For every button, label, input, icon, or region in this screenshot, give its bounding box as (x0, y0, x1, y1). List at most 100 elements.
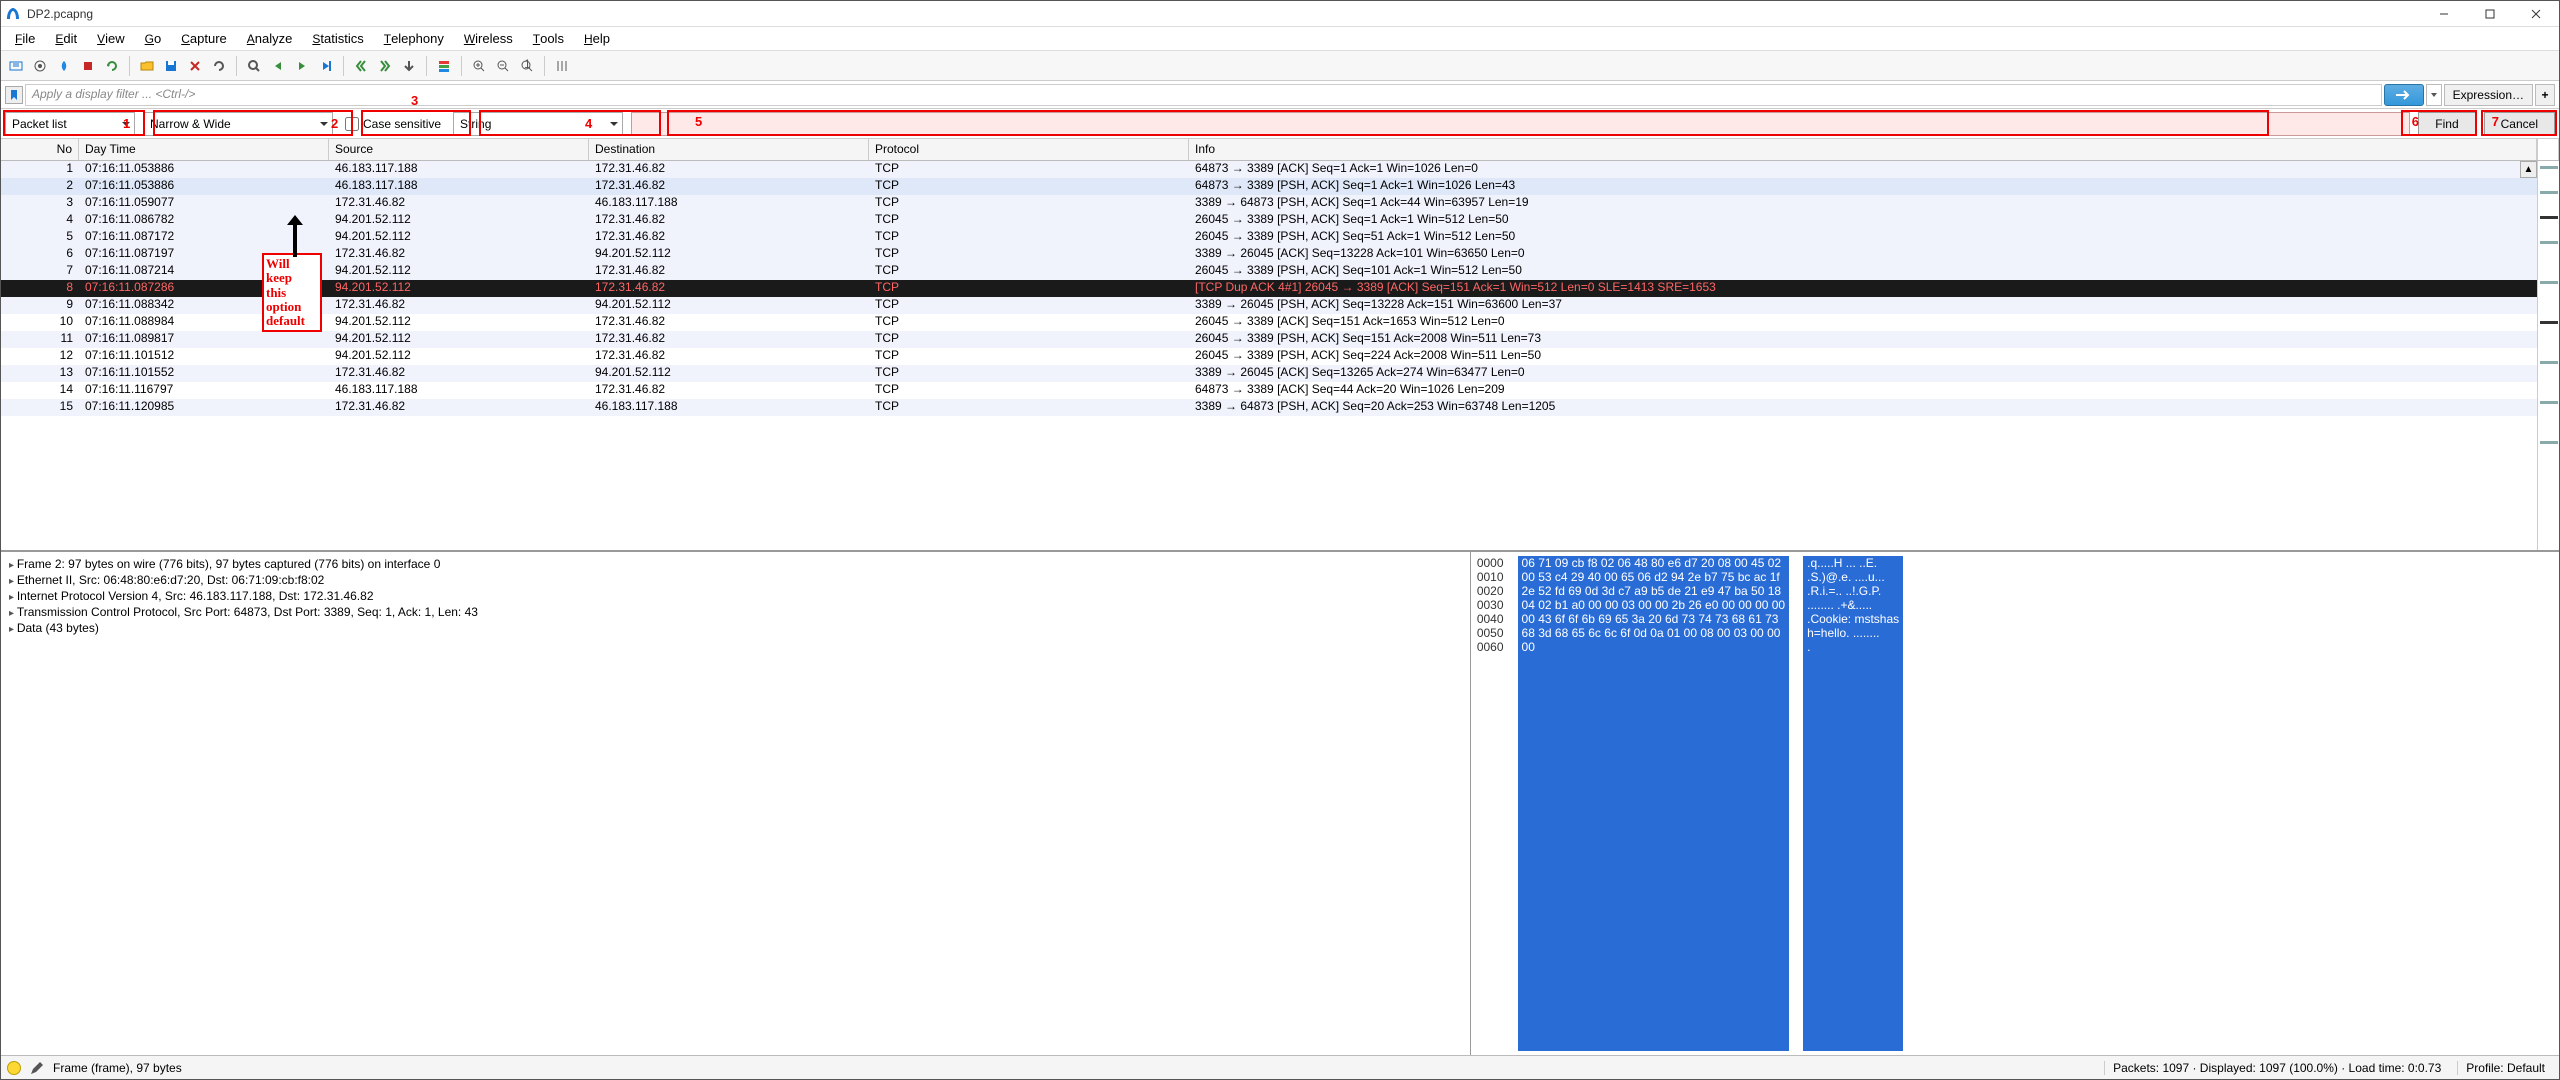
status-profile[interactable]: Profile: Default (2457, 1061, 2553, 1075)
go-back-icon[interactable] (267, 55, 289, 77)
minimize-button[interactable] (2421, 1, 2467, 26)
annotation-2: 2 (331, 116, 338, 131)
case-checkbox[interactable] (345, 117, 359, 131)
case-sensitive-checkbox[interactable]: Case sensitive (341, 112, 445, 136)
col-no[interactable]: No (1, 139, 79, 160)
window-title: DP2.pcapng (27, 7, 2421, 21)
tree-item[interactable]: Ethernet II, Src: 06:48:80:e6:d7:20, Dst… (9, 572, 1462, 588)
table-row[interactable]: 1007:16:11.08898494.201.52.112172.31.46.… (1, 314, 2537, 331)
status-bar: Frame (frame), 97 bytes Packets: 1097 · … (1, 1055, 2559, 1079)
packet-details-tree[interactable]: Frame 2: 97 bytes on wire (776 bits), 97… (1, 552, 1471, 1055)
table-row[interactable]: 207:16:11.05388646.183.117.188172.31.46.… (1, 178, 2537, 195)
annotation-5: 5 (695, 114, 702, 129)
restart-capture-icon[interactable] (101, 55, 123, 77)
table-row[interactable]: 1407:16:11.11679746.183.117.188172.31.46… (1, 382, 2537, 399)
col-proto[interactable]: Protocol (869, 139, 1189, 160)
close-file-icon[interactable] (184, 55, 206, 77)
col-src[interactable]: Source (329, 139, 589, 160)
find-button[interactable]: Find (2418, 112, 2475, 136)
edit-icon[interactable] (29, 1060, 45, 1076)
menu-go[interactable]: Go (135, 27, 172, 50)
maximize-button[interactable] (2467, 1, 2513, 26)
table-row[interactable]: 707:16:11.08721494.201.52.112172.31.46.8… (1, 263, 2537, 280)
filter-bar: Apply a display filter ... <Ctrl-/> Expr… (1, 81, 2559, 109)
expression-button[interactable]: Expression… (2444, 84, 2533, 106)
annotation-6: 6 (2412, 114, 2419, 129)
annotation-callout: Willkeepthisoptiondefault (262, 253, 322, 332)
menu-wireless[interactable]: Wireless (454, 27, 523, 50)
expert-info-led[interactable] (7, 1061, 21, 1075)
menu-file[interactable]: File (5, 27, 45, 50)
scroll-up-icon[interactable]: ▲ (2520, 161, 2537, 178)
tree-item[interactable]: Data (43 bytes) (9, 620, 1462, 636)
col-time[interactable]: Day Time (79, 139, 329, 160)
table-row[interactable]: 307:16:11.059077172.31.46.8246.183.117.1… (1, 195, 2537, 212)
table-row[interactable]: 607:16:11.087197172.31.46.8294.201.52.11… (1, 246, 2537, 263)
find-bar: Packet list Narrow & Wide Case sensitive… (1, 109, 2559, 139)
table-row[interactable]: 1107:16:11.08981794.201.52.112172.31.46.… (1, 331, 2537, 348)
go-last-icon[interactable] (374, 55, 396, 77)
col-info[interactable]: Info (1189, 139, 2537, 160)
packet-list: No Day Time Source Destination Protocol … (1, 139, 2559, 551)
packet-list-header: No Day Time Source Destination Protocol … (1, 139, 2559, 161)
zoom-out-icon[interactable] (492, 55, 514, 77)
tree-item[interactable]: Internet Protocol Version 4, Src: 46.183… (9, 588, 1462, 604)
apply-filter-button[interactable] (2384, 84, 2424, 106)
menu-help[interactable]: Help (574, 27, 620, 50)
menu-statistics[interactable]: Statistics (302, 27, 373, 50)
packet-bytes-hex[interactable]: 0000001000200030004000500060 06 71 09 cb… (1471, 552, 2559, 1055)
tree-item[interactable]: Frame 2: 97 bytes on wire (776 bits), 97… (9, 556, 1462, 572)
search-width-combo[interactable]: Narrow & Wide (143, 112, 333, 136)
search-scope-combo[interactable]: Packet list (5, 112, 135, 136)
find-icon[interactable] (243, 55, 265, 77)
table-row[interactable]: 107:16:11.05388646.183.117.188172.31.46.… (1, 161, 2537, 178)
zoom-in-icon[interactable] (468, 55, 490, 77)
stop-capture-icon[interactable] (77, 55, 99, 77)
table-row[interactable]: 1207:16:11.10151294.201.52.112172.31.46.… (1, 348, 2537, 365)
menu-edit[interactable]: Edit (45, 27, 87, 50)
goto-packet-icon[interactable] (315, 55, 337, 77)
start-capture-icon[interactable] (53, 55, 75, 77)
search-input[interactable] (631, 112, 2410, 136)
search-type-combo[interactable]: String (453, 112, 623, 136)
close-button[interactable] (2513, 1, 2559, 26)
annotation-7: 7 (2492, 114, 2499, 129)
filter-history-dropdown[interactable] (2426, 84, 2442, 106)
packet-minimap[interactable] (2537, 161, 2559, 550)
open-file-icon[interactable] (136, 55, 158, 77)
go-forward-icon[interactable] (291, 55, 313, 77)
menu-capture[interactable]: Capture (171, 27, 237, 50)
col-dst[interactable]: Destination (589, 139, 869, 160)
table-row[interactable]: 807:16:11.08728694.201.52.112172.31.46.8… (1, 280, 2537, 297)
reload-icon[interactable] (208, 55, 230, 77)
table-row[interactable]: 907:16:11.088342172.31.46.8294.201.52.11… (1, 297, 2537, 314)
annotation-4: 4 (585, 116, 592, 131)
annotation-1: 1 (123, 116, 130, 131)
options-icon[interactable] (29, 55, 51, 77)
status-packets: Packets: 1097 · Displayed: 1097 (100.0%)… (2104, 1061, 2449, 1075)
resize-columns-icon[interactable] (551, 55, 573, 77)
table-row[interactable]: 407:16:11.08678294.201.52.112172.31.46.8… (1, 212, 2537, 229)
add-filter-button[interactable]: + (2535, 84, 2555, 106)
tree-item[interactable]: Transmission Control Protocol, Src Port:… (9, 604, 1462, 620)
interfaces-icon[interactable] (5, 55, 27, 77)
table-row[interactable]: 1307:16:11.101552172.31.46.8294.201.52.1… (1, 365, 2537, 382)
table-row[interactable]: 1507:16:11.120985172.31.46.8246.183.117.… (1, 399, 2537, 416)
colorize-icon[interactable] (433, 55, 455, 77)
app-icon (5, 6, 21, 22)
go-first-icon[interactable] (350, 55, 372, 77)
titlebar: DP2.pcapng (1, 1, 2559, 27)
menu-telephony[interactable]: Telephony (374, 27, 454, 50)
auto-scroll-icon[interactable] (398, 55, 420, 77)
menu-analyze[interactable]: Analyze (237, 27, 303, 50)
save-icon[interactable] (160, 55, 182, 77)
display-filter-input[interactable]: Apply a display filter ... <Ctrl-/> (25, 84, 2382, 106)
packet-rows[interactable]: 107:16:11.05388646.183.117.188172.31.46.… (1, 161, 2537, 550)
main-toolbar: 1 (1, 51, 2559, 81)
table-row[interactable]: 507:16:11.08717294.201.52.112172.31.46.8… (1, 229, 2537, 246)
zoom-reset-icon[interactable]: 1 (516, 55, 538, 77)
menu-tools[interactable]: Tools (523, 27, 574, 50)
menubar: FileEditViewGoCaptureAnalyzeStatisticsTe… (1, 27, 2559, 51)
bookmark-filter-icon[interactable] (5, 86, 23, 104)
menu-view[interactable]: View (87, 27, 135, 50)
